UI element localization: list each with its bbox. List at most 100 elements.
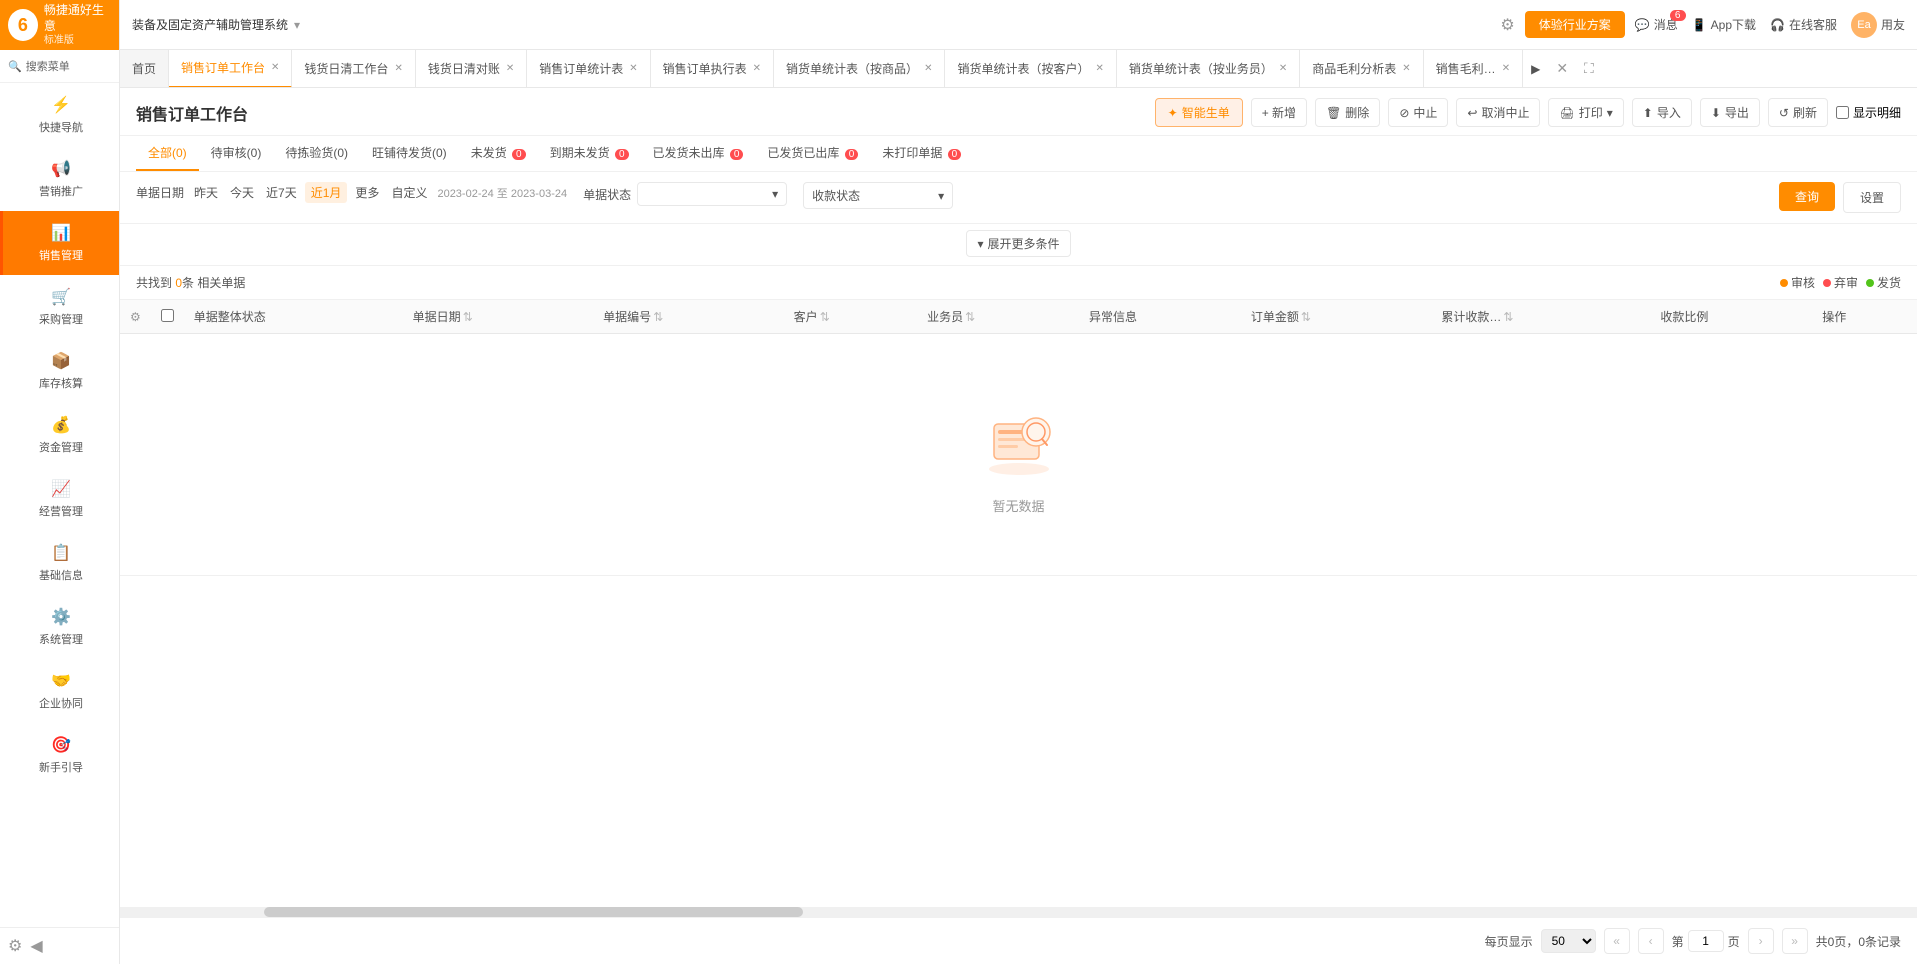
tab-customer-stats[interactable]: 销货单统计表（按客户） ✕	[945, 50, 1116, 88]
subtab-shipped-out[interactable]: 已发货已出库 0	[755, 136, 870, 171]
sidebar-item-purchase[interactable]: 🛒 采购管理	[0, 275, 119, 339]
new-button[interactable]: + 新增	[1251, 98, 1307, 127]
col-customer[interactable]: 客户⇅	[784, 300, 917, 334]
cancel-audit-dot-icon	[1823, 279, 1831, 287]
sidebar-item-enterprise[interactable]: 🤝 企业协同	[0, 659, 119, 723]
cancel-audit-action-button[interactable]: 弃审	[1823, 274, 1858, 291]
payment-status-select[interactable]: 收款状态 ▾	[803, 182, 953, 209]
set-button[interactable]: 设置	[1843, 182, 1901, 213]
refresh-button[interactable]: ↺ 刷新	[1768, 98, 1828, 127]
sidebar-item-newbie[interactable]: 🎯 新手引导	[0, 723, 119, 787]
cancel-stop-button[interactable]: ↩ 取消中止	[1456, 98, 1540, 127]
per-page-select[interactable]: 50 100 200	[1541, 929, 1596, 953]
date-opt-yesterday[interactable]: 昨天	[190, 182, 222, 203]
subtab-not-printed[interactable]: 未打印单据 0	[870, 136, 973, 171]
subtab-not-shipped[interactable]: 未发货 0	[459, 136, 538, 171]
query-button[interactable]: 查询	[1779, 182, 1835, 211]
subtab-pending-inspect[interactable]: 待拣验货(0)	[273, 136, 360, 171]
app-download-button[interactable]: 📱 App下载	[1692, 16, 1756, 33]
date-opt-today[interactable]: 今天	[226, 182, 258, 203]
tab-goods-stats[interactable]: 销货单统计表（按商品） ✕	[774, 50, 945, 88]
subtab-all[interactable]: 全部(0)	[136, 136, 199, 171]
ship-action-button[interactable]: 发货	[1866, 274, 1901, 291]
tab-close-sales-exec[interactable]: ✕	[753, 63, 761, 74]
col-settings[interactable]: ⚙	[120, 300, 151, 334]
last-page-button[interactable]: »	[1782, 928, 1808, 954]
delete-button[interactable]: 🗑 删除	[1315, 98, 1380, 127]
collapse-icon[interactable]: ◀	[30, 936, 42, 956]
sidebar-item-operations[interactable]: 📈 经营管理	[0, 467, 119, 531]
tab-close-all-button[interactable]: ✕	[1548, 60, 1576, 77]
status-filter-label: 单据状态	[583, 186, 631, 203]
tab-close-cash-reconcile[interactable]: ✕	[506, 63, 514, 74]
page-input[interactable]	[1688, 930, 1724, 952]
date-opt-7days[interactable]: 近7天	[262, 182, 301, 203]
subtab-wangpu[interactable]: 旺铺待发货(0)	[360, 136, 459, 171]
col-cumulative[interactable]: 累计收款…⇅	[1431, 300, 1650, 334]
audit-action-button[interactable]: 审核	[1780, 274, 1815, 291]
gear-icon[interactable]: ⚙	[1500, 15, 1514, 35]
date-opt-1month[interactable]: 近1月	[305, 182, 348, 203]
tab-close-staff-stats[interactable]: ✕	[1279, 63, 1287, 74]
col-checkbox[interactable]	[151, 300, 184, 334]
stop-button[interactable]: ⊘ 中止	[1388, 98, 1448, 127]
expand-filter-button[interactable]: ▾ 展开更多条件	[966, 230, 1070, 257]
tab-close-cash-daily[interactable]: ✕	[394, 63, 402, 74]
payment-status-filter: 收款状态 ▾	[803, 182, 953, 209]
tab-staff-stats[interactable]: 销货单统计表（按业务员） ✕	[1117, 50, 1300, 88]
print-button[interactable]: 🖨 打印 ▾	[1548, 98, 1623, 127]
sidebar-item-search[interactable]: 🔍 搜索菜单	[0, 50, 119, 83]
import-button[interactable]: ⬆ 导入	[1632, 98, 1692, 127]
sidebar-item-marketing[interactable]: 📢 营销推广	[0, 147, 119, 211]
sidebar-item-system[interactable]: ⚙️ 系统管理	[0, 595, 119, 659]
tab-close-margin-analysis[interactable]: ✕	[1402, 63, 1410, 74]
sidebar-item-sales[interactable]: 📊 销售管理	[0, 211, 119, 275]
tab-sales-stats[interactable]: 销售订单统计表 ✕	[527, 50, 650, 88]
subtab-overdue[interactable]: 到期未发货 0	[538, 136, 641, 171]
tab-close-sales[interactable]: ✕	[271, 62, 279, 73]
content-inner: 销售订单工作台 ✦ 智能生单 + 新增 🗑 删除 ⊘ 中止	[120, 88, 1917, 964]
date-opt-more[interactable]: 更多	[351, 182, 383, 203]
settings-bottom-icon[interactable]: ⚙	[8, 936, 22, 956]
tab-home[interactable]: 首页	[120, 50, 169, 88]
first-page-button[interactable]: «	[1604, 928, 1630, 954]
empty-state: 暂无数据	[120, 334, 1917, 575]
status-select[interactable]: ▾	[637, 182, 787, 206]
tab-sales-exec[interactable]: 销售订单执行表 ✕	[651, 50, 774, 88]
show-detail-checkbox[interactable]: 显示明细	[1836, 104, 1901, 121]
col-salesperson[interactable]: 业务员⇅	[917, 300, 1079, 334]
scrollbar-thumb[interactable]	[264, 907, 803, 917]
tab-more-button[interactable]: ▶	[1523, 62, 1548, 76]
ai-generate-button[interactable]: ✦ 智能生单	[1155, 98, 1243, 127]
chevron-down-icon: ▾	[977, 237, 983, 251]
sidebar-item-inventory[interactable]: 📦 库存核算	[0, 339, 119, 403]
online-service-button[interactable]: 🎧 在线客服	[1770, 16, 1837, 33]
col-order-amount[interactable]: 订单金额⇅	[1241, 300, 1432, 334]
tab-close-customer-stats[interactable]: ✕	[1095, 63, 1103, 74]
stop-icon: ⊘	[1399, 106, 1409, 120]
export-button[interactable]: ⬇ 导出	[1700, 98, 1760, 127]
sidebar-item-basics[interactable]: 📋 基础信息	[0, 531, 119, 595]
tab-close-sales-margin[interactable]: ✕	[1502, 63, 1510, 74]
next-page-button[interactable]: ›	[1748, 928, 1774, 954]
tab-margin-analysis[interactable]: 商品毛利分析表 ✕	[1300, 50, 1423, 88]
subtab-shipped-not-out[interactable]: 已发货未出库 0	[641, 136, 756, 171]
tab-sales-workbench[interactable]: 销售订单工作台 ✕	[169, 50, 292, 88]
message-button[interactable]: 💬 消息 6	[1635, 16, 1678, 33]
prev-page-button[interactable]: ‹	[1638, 928, 1664, 954]
tab-close-sales-stats[interactable]: ✕	[629, 63, 637, 74]
sidebar-item-finance[interactable]: 💰 资金管理	[0, 403, 119, 467]
col-doc-no[interactable]: 单据编号⇅	[593, 300, 784, 334]
col-doc-date[interactable]: 单据日期⇅	[403, 300, 594, 334]
tab-sales-margin[interactable]: 销售毛利… ✕	[1424, 50, 1523, 88]
tab-close-goods-stats[interactable]: ✕	[924, 63, 932, 74]
tab-cash-daily[interactable]: 钱货日清工作台 ✕	[292, 50, 415, 88]
horizontal-scrollbar[interactable]	[120, 907, 1917, 917]
subtab-pending-audit[interactable]: 待审核(0)	[199, 136, 274, 171]
date-opt-custom[interactable]: 自定义	[387, 182, 431, 203]
tab-cash-reconcile[interactable]: 钱货日清对账 ✕	[416, 50, 527, 88]
sidebar-item-quick-nav[interactable]: ⚡ 快捷导航	[0, 83, 119, 147]
industry-solution-button[interactable]: 体验行业方案	[1525, 11, 1625, 38]
user-menu[interactable]: Ea 用友	[1851, 12, 1905, 38]
tab-maximize-button[interactable]: ⛶	[1576, 60, 1602, 77]
